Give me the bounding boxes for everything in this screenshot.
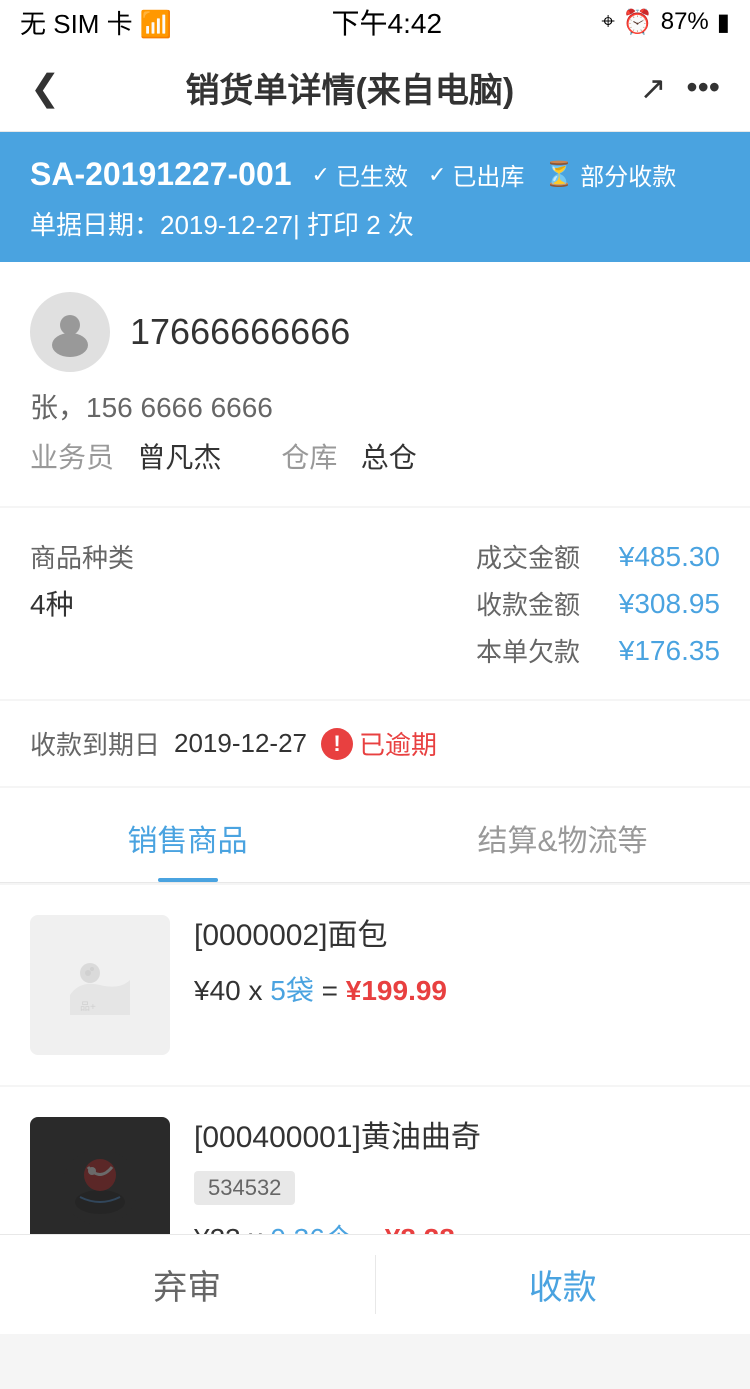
product-image-1: 品+ [30, 915, 170, 1055]
received-label: 收款金额 [476, 585, 580, 622]
received-value: ¥308.95 [600, 588, 720, 620]
product-total-1: ¥199.99 [346, 975, 447, 1006]
alarm-icon: ⏰ [623, 8, 653, 37]
summary-right: 成交金额 ¥485.30 收款金额 ¥308.95 本单欠款 ¥176.35 [476, 538, 720, 669]
order-id: SA-20191227-001 [30, 156, 292, 193]
avatar [30, 292, 110, 372]
amount-label: 成交金额 [476, 538, 580, 575]
status-bar: 无 SIM 卡 📶 下午4:42 ⌖ ⏰ 87% ▮ [0, 0, 750, 44]
sales-label: 业务员 曾凡杰 [30, 436, 221, 476]
battery-icon: ▮ [717, 8, 730, 37]
check-icon-1: ✓ [312, 162, 330, 188]
type-count: 4种 [30, 583, 134, 623]
amount-value: ¥485.30 [600, 541, 720, 573]
tabs: 销售商品 结算&物流等 [0, 788, 750, 883]
status-left: 无 SIM 卡 📶 [20, 4, 172, 41]
received-row: 收款金额 ¥308.95 [476, 585, 720, 622]
overdue-badge: ! 已逾期 [321, 725, 437, 762]
product-qty-1: 5袋 [270, 975, 314, 1006]
summary-section: 商品种类 4种 成交金额 ¥485.30 收款金额 ¥308.95 本单欠款 ¥… [0, 508, 750, 699]
summary-left: 商品种类 4种 [30, 538, 134, 669]
check-icon-2: ✓ [428, 162, 446, 188]
overdue-icon: ! [321, 728, 353, 760]
page-title: 销货单详情(来自电脑) [186, 63, 515, 112]
product-list: 品+ [0000002]面包 ¥40 x 5袋 = ¥199.99 [0, 885, 750, 1287]
customer-section: 17666666666 张，156 6666 6666 业务员 曾凡杰 仓库 总… [0, 262, 750, 506]
customer-meta: 业务员 曾凡杰 仓库 总仓 [30, 436, 720, 476]
order-header: SA-20191227-001 ✓ 已生效 ✓ 已出库 ⏳ 部分收款 单据日期：… [0, 132, 750, 262]
badge-shipped: ✓ 已出库 [428, 157, 524, 192]
cancel-button[interactable]: 弃审 [0, 1235, 375, 1334]
battery-level: 87% [661, 8, 709, 36]
product-info-1: [0000002]面包 ¥40 x 5袋 = ¥199.99 [194, 915, 720, 1009]
customer-id: 17666666666 [130, 311, 350, 353]
customer-name-phone: 张，156 6666 6666 [30, 386, 720, 426]
owed-label: 本单欠款 [476, 632, 580, 669]
share-icon[interactable]: ↗︎ [640, 69, 667, 107]
location-icon: ⌖ [601, 8, 615, 36]
order-date: 单据日期：2019-12-27| 打印 2 次 [30, 205, 720, 242]
due-section: 收款到期日 2019-12-27 ! 已逾期 [0, 701, 750, 786]
nav-bar: ❮ 销货单详情(来自电脑) ↗︎ ••• [0, 44, 750, 132]
overdue-text: 已逾期 [359, 725, 437, 762]
owed-row: 本单欠款 ¥176.35 [476, 632, 720, 669]
product-price-1: ¥40 x 5袋 = ¥199.99 [194, 969, 720, 1009]
nav-actions: ↗︎ ••• [640, 69, 720, 107]
product-name-2: [000400001]黄油曲奇 [194, 1117, 720, 1159]
confirm-button[interactable]: 收款 [376, 1235, 750, 1334]
warehouse-label: 仓库 总仓 [281, 436, 416, 476]
status-time: 下午4:42 [332, 2, 443, 42]
bottom-bar: 弃审 收款 [0, 1234, 750, 1334]
svg-text:品+: 品+ [80, 1001, 96, 1013]
clock-icon: ⏳ [544, 160, 574, 189]
sales-value: 曾凡杰 [137, 442, 221, 473]
status-right: ⌖ ⏰ 87% ▮ [601, 8, 730, 37]
tab-settlement[interactable]: 结算&物流等 [375, 788, 750, 882]
product-tag-2: 534532 [194, 1171, 295, 1205]
amount-row: 成交金额 ¥485.30 [476, 538, 720, 575]
warehouse-value: 总仓 [361, 442, 417, 473]
list-item: 品+ [0000002]面包 ¥40 x 5袋 = ¥199.99 [0, 885, 750, 1085]
tab-products[interactable]: 销售商品 [0, 788, 375, 882]
due-label: 收款到期日 [30, 725, 160, 762]
due-date: 2019-12-27 [174, 728, 307, 759]
type-label: 商品种类 [30, 538, 134, 575]
owed-value: ¥176.35 [600, 635, 720, 667]
badge-partial-payment: ⏳ 部分收款 [544, 157, 676, 192]
badge-effective: ✓ 已生效 [312, 157, 408, 192]
more-icon[interactable]: ••• [686, 69, 720, 106]
back-button[interactable]: ❮ [30, 67, 60, 109]
product-name-1: [0000002]面包 [194, 915, 720, 957]
